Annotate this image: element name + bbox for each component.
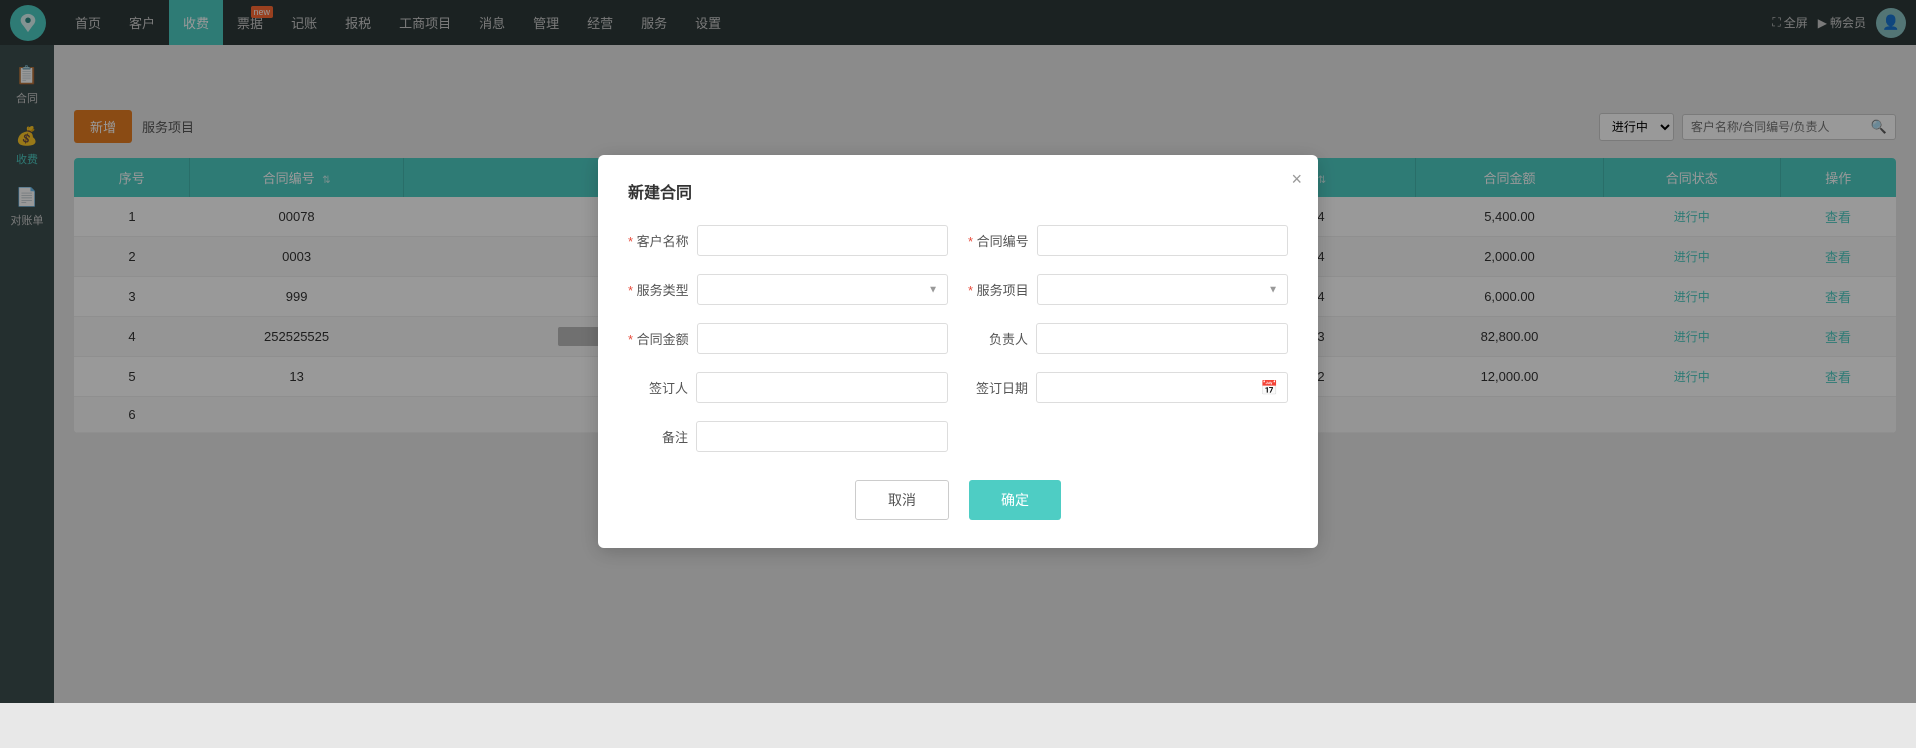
sign-date-label: 签订日期: [968, 378, 1028, 397]
signer-label: 签订人: [628, 378, 688, 397]
form-row-1: 客户名称 合同编号: [628, 225, 1288, 256]
modal-overlay[interactable]: 新建合同 × 客户名称 合同编号 服务类型: [0, 0, 1916, 703]
contract-amount-input[interactable]: 0.00: [697, 323, 948, 354]
remarks-label: 备注: [628, 427, 688, 446]
form-group-contract-no: 合同编号: [968, 225, 1288, 256]
form-row-2: 服务类型 服务项目: [628, 274, 1288, 305]
form-group-service-type: 服务类型: [628, 274, 948, 305]
remarks-input[interactable]: [696, 421, 948, 452]
form-group-sign-date: 签订日期 2023-06-06 📅: [968, 372, 1288, 403]
service-type-select-wrap: [697, 274, 948, 305]
service-item-select[interactable]: [1037, 274, 1288, 305]
responsible-label: 负责人: [968, 329, 1028, 348]
signer-input[interactable]: [696, 372, 948, 403]
form-row-5: 备注: [628, 421, 1288, 452]
form-group-responsible: 负责人: [968, 323, 1288, 354]
sign-date-wrap: 2023-06-06 📅: [1036, 372, 1288, 403]
cancel-button[interactable]: 取消: [855, 480, 949, 520]
form-group-service-item: 服务项目: [968, 274, 1288, 305]
confirm-button[interactable]: 确定: [969, 480, 1061, 520]
client-name-input[interactable]: [697, 225, 948, 256]
modal-close-button[interactable]: ×: [1291, 169, 1302, 190]
modal-new-contract: 新建合同 × 客户名称 合同编号 服务类型: [598, 155, 1318, 548]
service-type-label: 服务类型: [628, 280, 689, 299]
contract-no-label: 合同编号: [968, 231, 1029, 250]
service-item-label: 服务项目: [968, 280, 1029, 299]
form-group-client: 客户名称: [628, 225, 948, 256]
contract-amount-label: 合同金额: [628, 329, 689, 348]
form-row-4: 签订人 签订日期 2023-06-06 📅: [628, 372, 1288, 403]
form-group-remarks: 备注: [628, 421, 948, 452]
service-item-select-wrap: [1037, 274, 1288, 305]
sign-date-input[interactable]: 2023-06-06: [1036, 372, 1288, 403]
modal-footer: 取消 确定: [628, 480, 1288, 520]
modal-title: 新建合同: [628, 179, 1288, 203]
responsible-input[interactable]: [1036, 323, 1288, 354]
client-name-label: 客户名称: [628, 231, 689, 250]
form-group-amount: 合同金额 0.00: [628, 323, 948, 354]
contract-no-input[interactable]: [1037, 225, 1288, 256]
service-type-select[interactable]: [697, 274, 948, 305]
form-group-signer: 签订人: [628, 372, 948, 403]
form-row-3: 合同金额 0.00 负责人: [628, 323, 1288, 354]
